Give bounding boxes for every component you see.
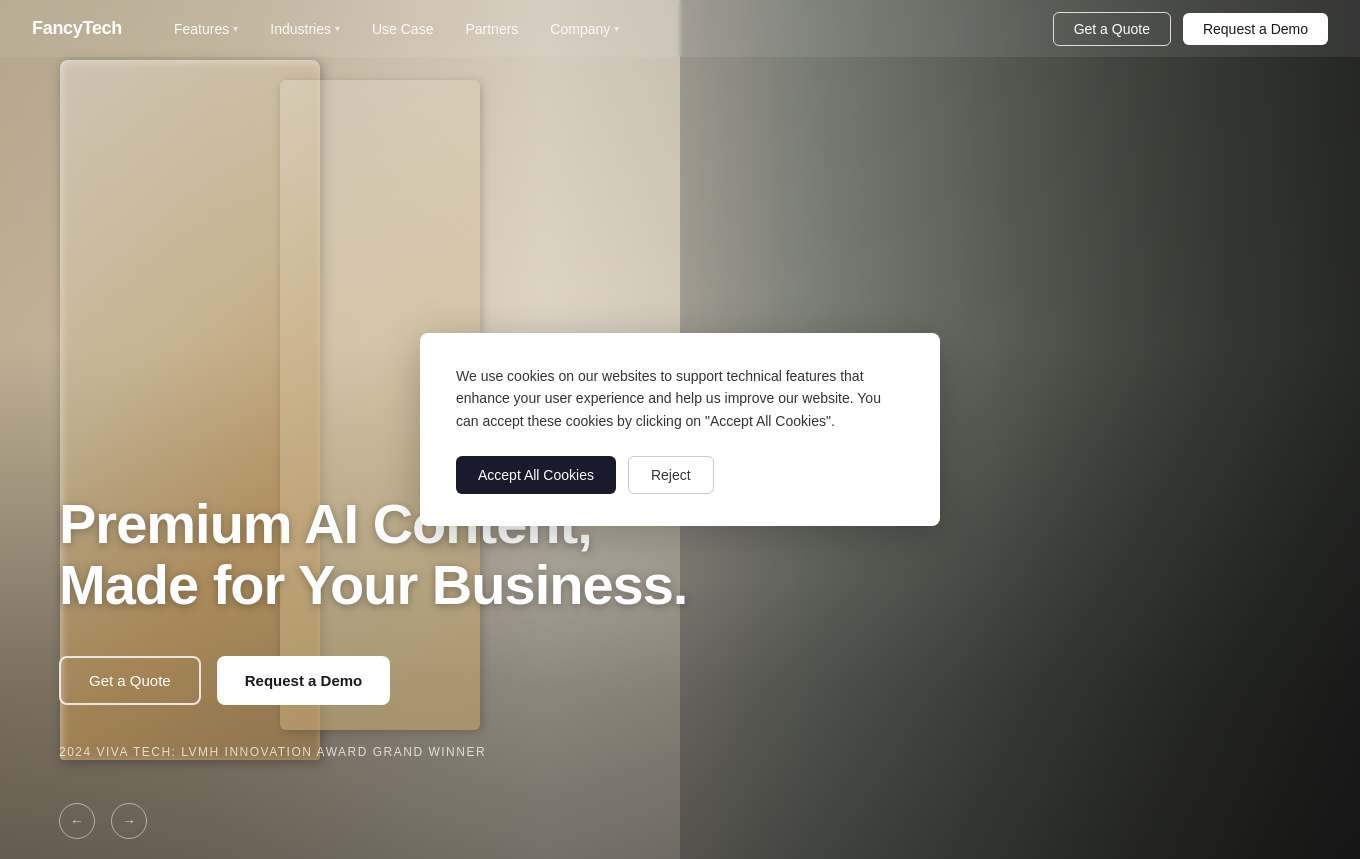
cookie-buttons: Accept All Cookies Reject: [456, 456, 904, 494]
cookie-message: We use cookies on our websites to suppor…: [456, 365, 904, 432]
cookie-banner: We use cookies on our websites to suppor…: [420, 333, 940, 526]
reject-cookies-button[interactable]: Reject: [628, 456, 714, 494]
hero-section: FancyTech Features ▾ Industries ▾ Use Ca…: [0, 0, 1360, 859]
cookie-overlay: We use cookies on our websites to suppor…: [0, 0, 1360, 859]
accept-cookies-button[interactable]: Accept All Cookies: [456, 456, 616, 494]
